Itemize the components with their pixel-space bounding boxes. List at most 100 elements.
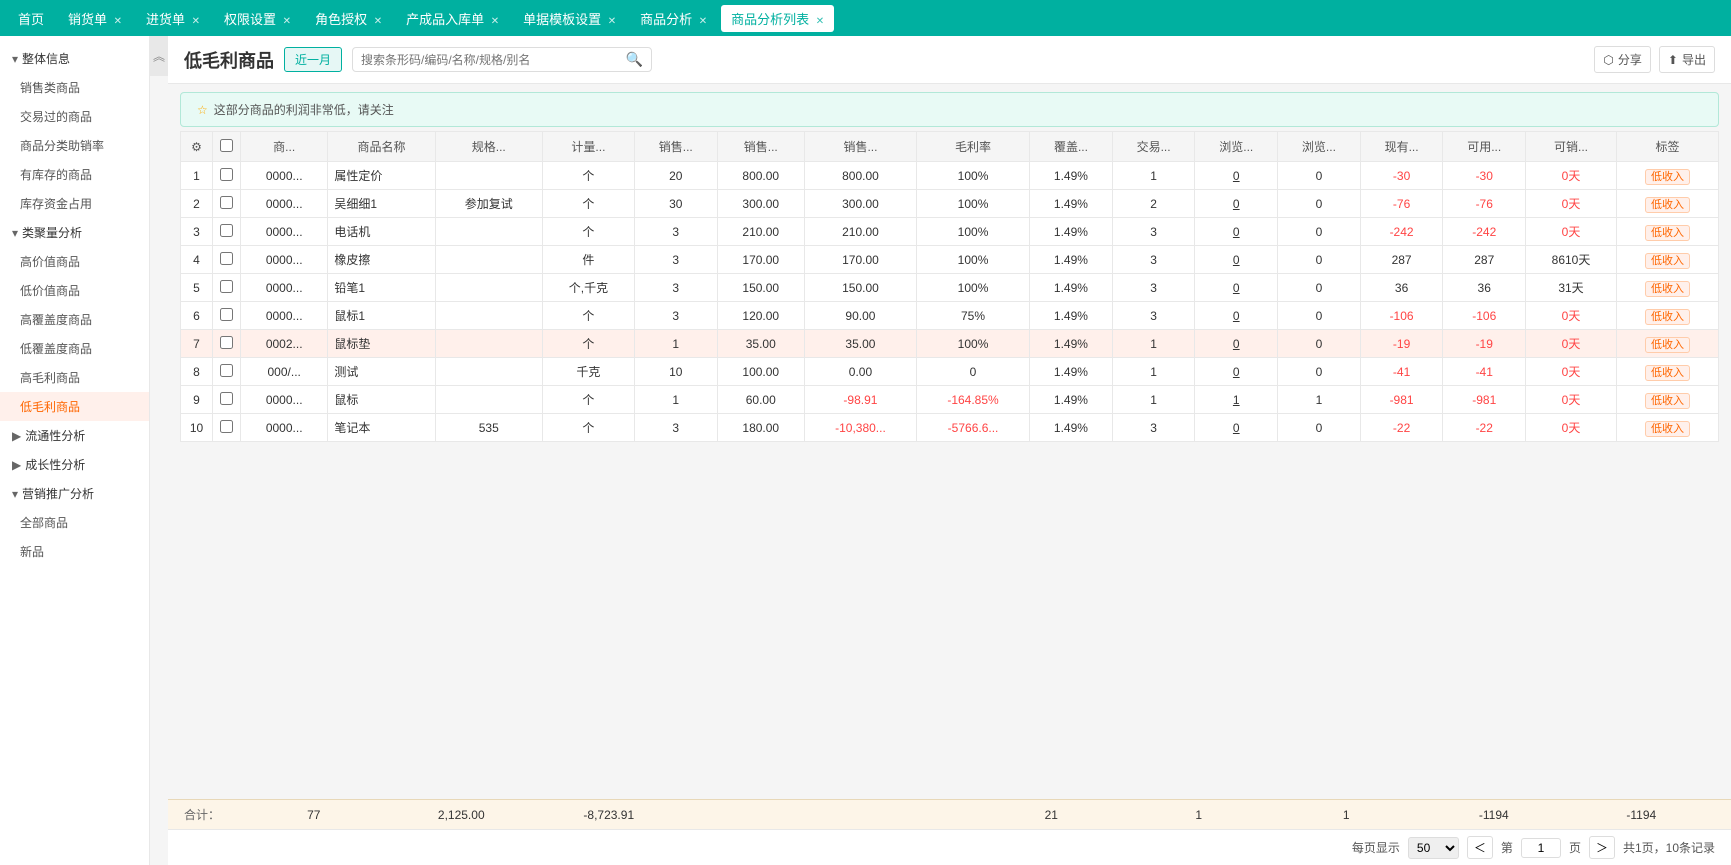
nav-product-entry[interactable]: 产成品入库单 ✕ [396, 5, 509, 32]
row-avail: -76 [1443, 190, 1526, 218]
row-avail: -981 [1443, 386, 1526, 414]
row-check[interactable] [213, 190, 241, 218]
row-browse1[interactable]: 0 [1195, 330, 1278, 358]
row-unit: 千克 [542, 358, 634, 386]
row-checkbox[interactable] [220, 252, 233, 265]
next-page-label: 页 [1569, 839, 1581, 856]
row-spec [435, 330, 542, 358]
row-checkbox[interactable] [220, 308, 233, 321]
nav-roles[interactable]: 角色授权 ✕ [305, 5, 392, 32]
nav-roles-close[interactable]: ✕ [374, 16, 382, 27]
sidebar-item-traded-products[interactable]: 交易过的商品 [0, 102, 149, 131]
row-check[interactable] [213, 218, 241, 246]
row-browse1[interactable]: 0 [1195, 414, 1278, 442]
row-check[interactable] [213, 414, 241, 442]
share-btn[interactable]: ⬡ 分享 [1594, 46, 1651, 73]
sidebar-item-high-value[interactable]: 高价值商品 [0, 247, 149, 276]
row-trade: 1 [1112, 330, 1195, 358]
row-browse1[interactable]: 0 [1195, 190, 1278, 218]
sidebar-section-overall[interactable]: ▾ 整体信息 [0, 44, 149, 73]
nav-purchase[interactable]: 进货单 ✕ [136, 5, 210, 32]
row-checkbox[interactable] [220, 168, 233, 181]
row-check[interactable] [213, 246, 241, 274]
nav-product-entry-close[interactable]: ✕ [491, 16, 499, 27]
row-unit: 件 [542, 246, 634, 274]
sidebar-section-flow[interactable]: ▶ 流通性分析 [0, 421, 149, 450]
row-browse1[interactable]: 0 [1195, 218, 1278, 246]
export-btn[interactable]: ⬆ 导出 [1659, 46, 1715, 73]
sidebar-item-in-stock[interactable]: 有库存的商品 [0, 160, 149, 189]
row-check[interactable] [213, 386, 241, 414]
select-all-checkbox[interactable] [220, 139, 233, 152]
row-check[interactable] [213, 162, 241, 190]
nav-purchase-close[interactable]: ✕ [192, 16, 200, 27]
per-page-select[interactable]: 50 100 200 [1408, 837, 1459, 859]
row-gross-rate: 75% [916, 302, 1029, 330]
nav-permissions-close[interactable]: ✕ [283, 16, 291, 27]
nav-permissions[interactable]: 权限设置 ✕ [214, 5, 301, 32]
sidebar-item-all-products[interactable]: 全部商品 [0, 508, 149, 537]
sidebar-item-high-coverage[interactable]: 高覆盖度商品 [0, 305, 149, 334]
nav-product-analysis-list-close[interactable]: ✕ [816, 16, 824, 27]
search-icon[interactable]: 🔍 [626, 51, 643, 68]
row-avail: -242 [1443, 218, 1526, 246]
sidebar-item-new-products[interactable]: 新品 [0, 537, 149, 566]
row-browse1[interactable]: 0 [1195, 274, 1278, 302]
row-browse1[interactable]: 0 [1195, 358, 1278, 386]
row-browse1[interactable]: 0 [1195, 246, 1278, 274]
search-box: 🔍 [352, 47, 652, 72]
sidebar-item-category-rate[interactable]: 商品分类助销率 [0, 131, 149, 160]
row-check[interactable] [213, 358, 241, 386]
th-gross-rate: 毛利率 [916, 132, 1029, 162]
growth-label: 成长性分析 [25, 456, 85, 473]
row-browse2: 0 [1278, 274, 1361, 302]
nav-template-close[interactable]: ✕ [608, 16, 616, 27]
sidebar-item-stock-value[interactable]: 库存资金占用 [0, 189, 149, 218]
row-checkbox[interactable] [220, 224, 233, 237]
next-page-btn[interactable]: ＞ [1589, 836, 1615, 859]
row-sales-amount: -98.91 [804, 386, 916, 414]
sidebar-item-low-coverage[interactable]: 低覆盖度商品 [0, 334, 149, 363]
row-browse1[interactable]: 0 [1195, 302, 1278, 330]
row-unit: 个 [542, 330, 634, 358]
nav-product-analysis[interactable]: 商品分析 ✕ [630, 5, 717, 32]
row-coverage: 1.49% [1030, 218, 1113, 246]
footer-browse1: 1 [1125, 808, 1273, 822]
row-checkbox[interactable] [220, 364, 233, 377]
sidebar-item-sales-products[interactable]: 销售类商品 [0, 73, 149, 102]
page-input[interactable] [1521, 838, 1561, 858]
sidebar-collapse-btn[interactable]: 《 [150, 36, 168, 76]
row-browse1[interactable]: 1 [1195, 386, 1278, 414]
filter-recent-month-btn[interactable]: 近一月 [284, 47, 342, 72]
nav-product-analysis-close[interactable]: ✕ [699, 16, 707, 27]
row-checkbox[interactable] [220, 280, 233, 293]
row-check[interactable] [213, 302, 241, 330]
row-checkbox[interactable] [220, 196, 233, 209]
row-gross-rate: 100% [916, 246, 1029, 274]
row-stock: -41 [1360, 358, 1443, 386]
nav-sales[interactable]: 销货单 ✕ [58, 5, 132, 32]
sidebar-item-low-value[interactable]: 低价值商品 [0, 276, 149, 305]
table-row: 2 0000... 吴细细1 参加复试 个 30 300.00 300.00 1… [181, 190, 1719, 218]
row-checkbox[interactable] [220, 392, 233, 405]
th-browse2: 浏览... [1278, 132, 1361, 162]
sidebar-item-low-margin[interactable]: 低毛利商品 [0, 392, 149, 421]
sidebar-item-high-margin[interactable]: 高毛利商品 [0, 363, 149, 392]
row-browse1[interactable]: 0 [1195, 162, 1278, 190]
th-settings[interactable]: ⚙ [181, 132, 213, 162]
row-check[interactable] [213, 274, 241, 302]
sidebar-section-marketing[interactable]: ▾ 营销推广分析 [0, 479, 149, 508]
row-coverage: 1.49% [1030, 246, 1113, 274]
sidebar-section-cluster[interactable]: ▾ 类聚量分析 [0, 218, 149, 247]
row-checkbox[interactable] [220, 336, 233, 349]
row-checkbox[interactable] [220, 420, 233, 433]
sidebar-section-growth[interactable]: ▶ 成长性分析 [0, 450, 149, 479]
nav-product-analysis-list[interactable]: 商品分析列表 ✕ [721, 5, 834, 32]
nav-template[interactable]: 单据模板设置 ✕ [513, 5, 626, 32]
nav-home[interactable]: 首页 [8, 5, 54, 32]
row-check[interactable] [213, 330, 241, 358]
prev-page-btn[interactable]: ＜ [1467, 836, 1493, 859]
search-input[interactable] [361, 53, 626, 67]
nav-sales-close[interactable]: ✕ [114, 16, 122, 27]
footer-browse2: 1 [1273, 808, 1421, 822]
